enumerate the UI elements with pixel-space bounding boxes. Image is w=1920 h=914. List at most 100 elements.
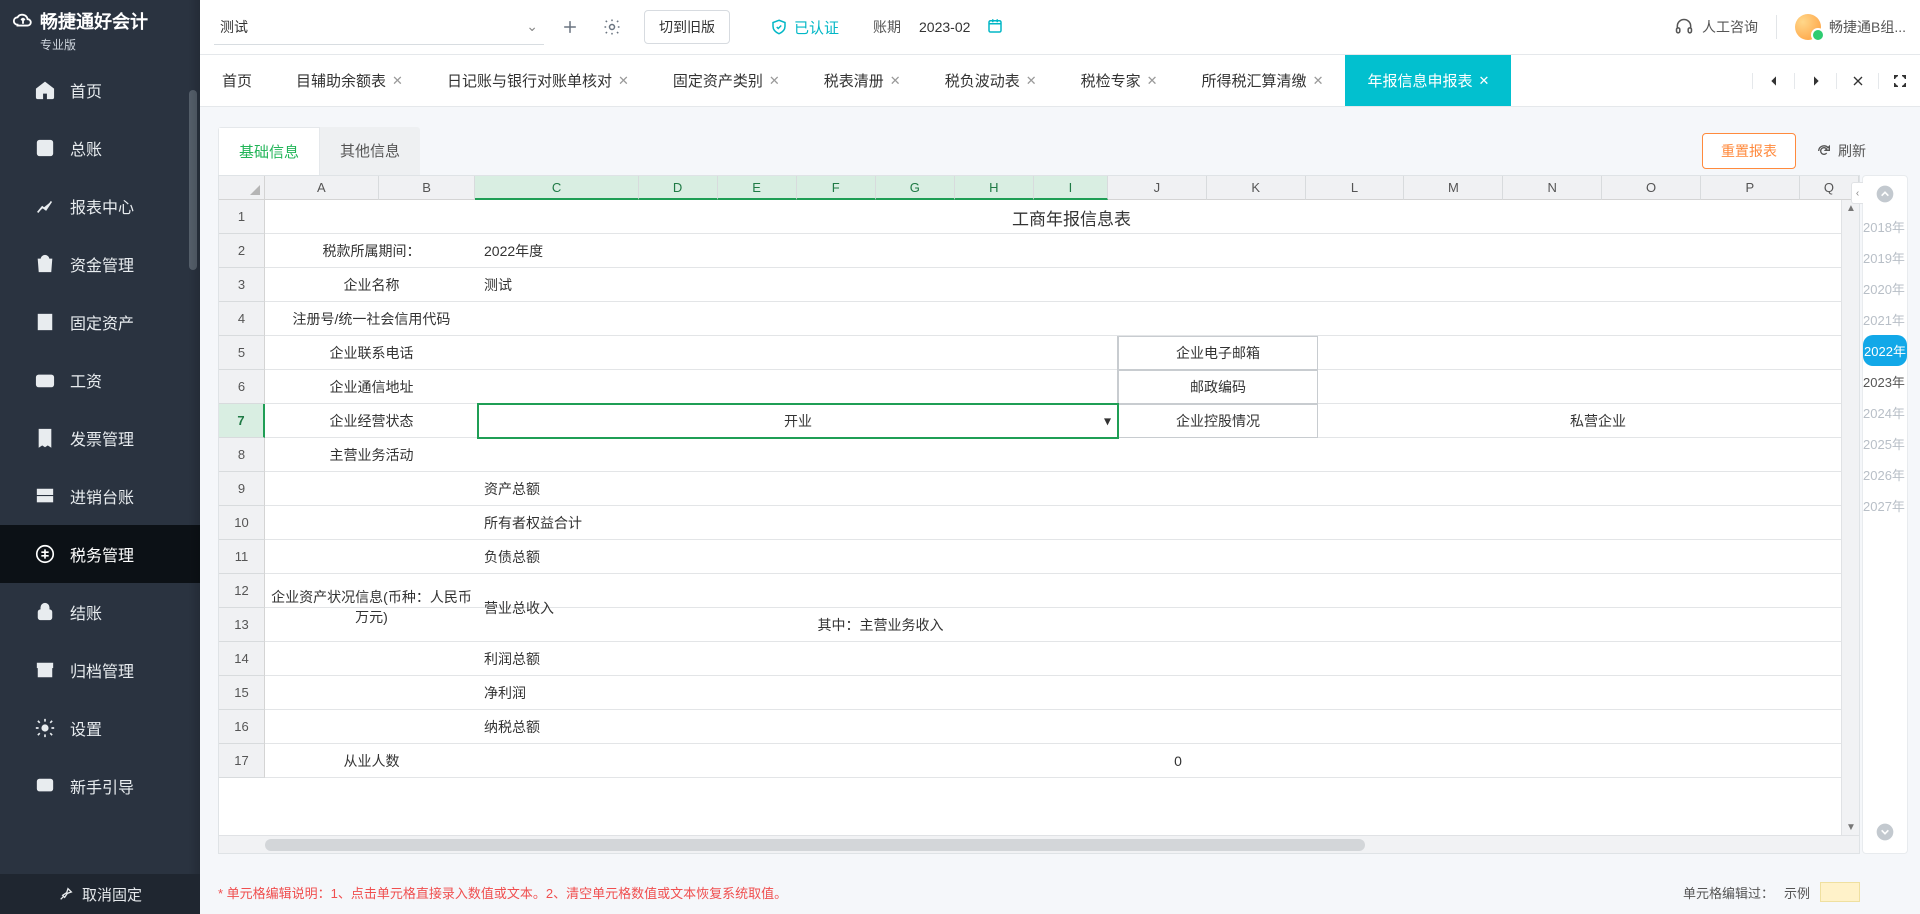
regno-label-cell[interactable]: 注册号/统一社会信用代码 — [265, 302, 478, 336]
period-value-cell[interactable]: 2022年度 — [478, 234, 643, 268]
horizontal-scrollbar[interactable] — [219, 835, 1859, 853]
nav-archive[interactable]: 归档管理 — [0, 641, 200, 699]
row-header[interactable]: 4 — [219, 302, 265, 336]
employees-label[interactable]: 从业人数 — [265, 744, 478, 778]
close-icon[interactable]: ✕ — [1478, 73, 1489, 89]
row-header[interactable]: 9 — [219, 472, 265, 506]
row-header[interactable]: 6 — [219, 370, 265, 404]
employees-value[interactable]: 0 — [478, 744, 1878, 778]
close-icon[interactable]: ✕ — [1026, 73, 1037, 89]
close-icon[interactable]: ✕ — [1313, 73, 1324, 89]
row-header[interactable]: 10 — [219, 506, 265, 540]
row-header[interactable]: 12 — [219, 574, 265, 608]
vertical-scrollbar[interactable]: ▲▼ — [1841, 200, 1859, 835]
add-button[interactable] — [554, 11, 586, 43]
col-header[interactable]: C — [475, 176, 638, 200]
reset-button[interactable]: 重置报表 — [1702, 133, 1796, 169]
year-item[interactable]: 2025年 — [1863, 428, 1907, 459]
close-icon[interactable]: ✕ — [890, 73, 901, 89]
row-header[interactable]: 11 — [219, 540, 265, 574]
addr-label-cell[interactable]: 企业通信地址 — [265, 370, 478, 404]
nav-invoice[interactable]: 发票管理 — [0, 409, 200, 467]
tabs-prev[interactable] — [1752, 73, 1794, 89]
close-icon[interactable]: ✕ — [618, 73, 629, 89]
phone-label-cell[interactable]: 企业联系电话 — [265, 336, 478, 370]
debt-label[interactable]: 负债总额 — [478, 540, 643, 574]
row-header[interactable]: 8 — [219, 438, 265, 472]
scroll-down-icon[interactable]: ▼ — [1842, 819, 1860, 835]
tab-item[interactable]: 日记账与银行对账单核对✕ — [425, 55, 651, 106]
nav-salary[interactable]: 工资 — [0, 351, 200, 409]
row-header[interactable]: 2 — [219, 234, 265, 268]
col-header[interactable]: M — [1404, 176, 1503, 200]
tab-item[interactable]: 税表清册✕ — [802, 55, 923, 106]
col-header[interactable]: N — [1503, 176, 1602, 200]
holding-value-cell[interactable]: 私营企业 — [1318, 404, 1878, 438]
zip-label-cell[interactable]: 邮政编码 — [1118, 370, 1318, 404]
year-item[interactable]: 2027年 — [1863, 490, 1907, 521]
nav-reports[interactable]: 报表中心 — [0, 177, 200, 235]
status-label-cell[interactable]: 企业经营状态 — [265, 404, 478, 438]
company-select[interactable]: 测试 ⌄ — [214, 9, 544, 45]
row-header[interactable]: 5 — [219, 336, 265, 370]
tab-item[interactable]: 目辅助余额表✕ — [274, 55, 425, 106]
nav-assets[interactable]: 固定资产 — [0, 293, 200, 351]
nav-funds[interactable]: 资金管理 — [0, 235, 200, 293]
row-header[interactable]: 14 — [219, 642, 265, 676]
equity-label[interactable]: 所有者权益合计 — [478, 506, 643, 540]
col-header[interactable]: D — [639, 176, 718, 200]
holding-label-cell[interactable]: 企业控股情况 — [1118, 404, 1318, 438]
tab-item[interactable]: 税检专家✕ — [1059, 55, 1180, 106]
year-item[interactable]: 2022年 — [1863, 335, 1907, 366]
tabs-fullscreen[interactable] — [1878, 73, 1920, 89]
pin-bar[interactable]: 取消固定 — [0, 874, 200, 914]
col-header[interactable]: F — [797, 176, 876, 200]
subtab-other[interactable]: 其他信息 — [320, 127, 420, 175]
profit-label[interactable]: 利润总额 — [478, 642, 643, 676]
grid[interactable]: 工商年报信息表税款所属期间：2022年度企业名称测试注册号/统一社会信用代码企业… — [265, 200, 1859, 835]
user-menu[interactable]: 畅捷通B组... — [1795, 14, 1906, 40]
year-prev[interactable] — [1875, 184, 1895, 207]
nav-tax[interactable]: 税务管理 — [0, 525, 200, 583]
nav-home[interactable]: 首页 — [0, 61, 200, 119]
col-header[interactable]: G — [876, 176, 955, 200]
col-header[interactable]: O — [1602, 176, 1701, 200]
row-header[interactable]: 13 — [219, 608, 265, 642]
close-icon[interactable]: ✕ — [1147, 73, 1158, 89]
year-item[interactable]: 2020年 — [1863, 273, 1907, 304]
year-next[interactable] — [1875, 822, 1895, 845]
col-header[interactable]: H — [955, 176, 1034, 200]
scroll-thumb[interactable] — [265, 839, 1365, 851]
consult-button[interactable]: 人工咨询 — [1674, 17, 1758, 37]
netprofit-label[interactable]: 净利润 — [478, 676, 643, 710]
col-header[interactable]: A — [265, 176, 379, 200]
nav-close[interactable]: 结账 — [0, 583, 200, 641]
tab-item[interactable]: 所得税汇算清缴✕ — [1180, 55, 1346, 106]
dropdown-icon[interactable]: ▾ — [1104, 413, 1111, 430]
spreadsheet[interactable]: ABCDEFGHIJKLMNOPQ 1234567891011121314151… — [218, 175, 1860, 854]
verified-badge[interactable]: 已认证 — [770, 17, 839, 38]
year-item[interactable]: 2019年 — [1863, 242, 1907, 273]
year-item[interactable]: 2023年 — [1863, 366, 1907, 397]
row-header[interactable]: 3 — [219, 268, 265, 302]
year-item[interactable]: 2018年 — [1863, 211, 1907, 242]
year-item[interactable]: 2026年 — [1863, 459, 1907, 490]
row-header[interactable]: 15 — [219, 676, 265, 710]
close-icon[interactable]: ✕ — [392, 73, 403, 89]
active-cell[interactable]: 开业▾ — [477, 403, 1119, 439]
asset-block-label[interactable]: 企业资产状况信息(币种：人民币万元) — [265, 472, 478, 744]
switch-old-button[interactable]: 切到旧版 — [644, 10, 730, 44]
row-header[interactable]: 7 — [219, 404, 265, 438]
row-header[interactable]: 1 — [219, 200, 265, 234]
mainrev-label[interactable]: 其中：主营业务收入 — [643, 608, 1118, 642]
row-header[interactable]: 17 — [219, 744, 265, 778]
year-item[interactable]: 2024年 — [1863, 397, 1907, 428]
row-header[interactable]: 16 — [219, 710, 265, 744]
col-header[interactable]: B — [379, 176, 476, 200]
close-icon[interactable]: ✕ — [769, 73, 780, 89]
company-value-cell[interactable]: 测试 — [478, 268, 643, 302]
tab-item[interactable]: 税负波动表✕ — [923, 55, 1059, 106]
nav-inventory[interactable]: 进销台账 — [0, 467, 200, 525]
asset-total-label[interactable]: 资产总额 — [478, 472, 643, 506]
subtab-basic[interactable]: 基础信息 — [218, 127, 320, 175]
